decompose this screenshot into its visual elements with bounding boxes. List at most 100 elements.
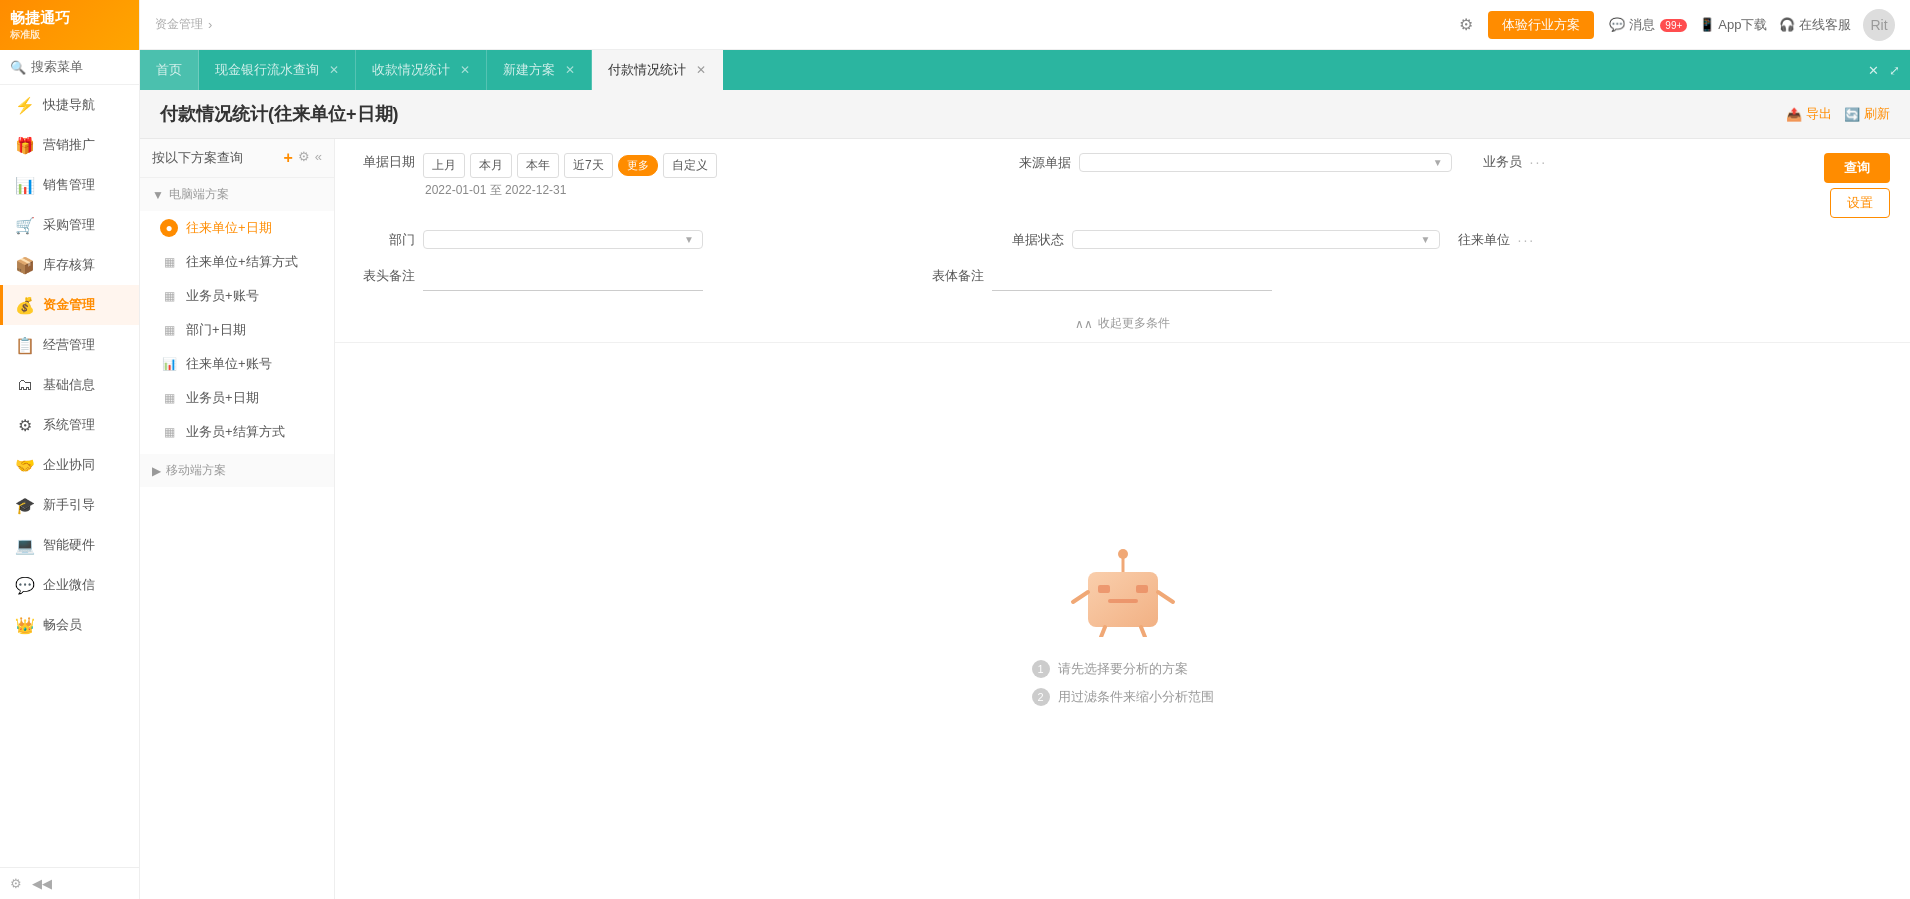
date-btn-7days[interactable]: 近7天 <box>564 153 613 178</box>
tab-new-scheme-close[interactable]: ✕ <box>565 63 575 77</box>
scheme-item-s7[interactable]: ▦ 业务员+结算方式 <box>140 415 334 449</box>
sidebar-item-operation[interactable]: 📋 经营管理 <box>0 325 139 365</box>
source-filter-group: 来源单据 ▼ <box>1011 153 1452 172</box>
sidebar-item-finance[interactable]: 💰 资金管理 <box>0 285 139 325</box>
sidebar-item-label: 基础信息 <box>43 376 95 394</box>
date-btn-more[interactable]: 更多 <box>618 155 658 176</box>
trial-btn[interactable]: 体验行业方案 <box>1488 11 1594 39</box>
sidebar-item-label: 采购管理 <box>43 216 95 234</box>
salesman-dots-btn[interactable]: ··· <box>1530 154 1548 170</box>
tab-payment-stats-label: 付款情况统计 <box>608 61 686 79</box>
scheme-collapse-icon[interactable]: « <box>315 149 322 167</box>
scheme-item-s1[interactable]: ● 往来单位+日期 <box>140 211 334 245</box>
setting-btn[interactable]: 设置 <box>1830 188 1890 218</box>
hint-num-1: 1 <box>1032 660 1050 678</box>
sidebar-item-enterprise[interactable]: 🤝 企业协同 <box>0 445 139 485</box>
sidebar-item-wechat[interactable]: 💬 企业微信 <box>0 565 139 605</box>
date-controls: 上月 本月 本年 近7天 更多 自定义 2022-01-01 至 2022-12… <box>423 153 717 199</box>
sidebar-item-guide[interactable]: 🎓 新手引导 <box>0 485 139 525</box>
collapse-more-btn[interactable]: ∧∧ 收起更多条件 <box>335 305 1910 343</box>
scheme-item-s3[interactable]: ▦ 业务员+账号 <box>140 279 334 313</box>
sidebar-item-sales[interactable]: 📊 销售管理 <box>0 165 139 205</box>
breadcrumb-arrow: › <box>208 17 212 32</box>
scheme-item-icon-s5: 📊 <box>160 355 178 373</box>
tab-home[interactable]: 首页 <box>140 50 199 90</box>
filter-row-1: 单据日期 上月 本月 本年 近7天 更多 自定义 2022-01-01 至 20… <box>355 153 1890 218</box>
tab-expand[interactable]: ⤢ <box>1889 63 1900 78</box>
scheme-panel: 按以下方案查询 + ⚙ « ▼ 电脑端方案 ● 往来单位+日期 ▦ 往来单位+结… <box>140 139 335 899</box>
scheme-item-s4[interactable]: ▦ 部门+日期 <box>140 313 334 347</box>
sidebar-item-purchase[interactable]: 🛒 采购管理 <box>0 205 139 245</box>
sidebar-item-label: 库存核算 <box>43 256 95 274</box>
content-area: 按以下方案查询 + ⚙ « ▼ 电脑端方案 ● 往来单位+日期 ▦ 往来单位+结… <box>140 139 1910 899</box>
body-note-input[interactable] <box>992 261 1272 291</box>
scheme-item-s6[interactable]: ▦ 业务员+日期 <box>140 381 334 415</box>
counterpart-dots-btn[interactable]: ··· <box>1518 232 1536 248</box>
scheme-item-label-s4: 部门+日期 <box>186 321 246 339</box>
svg-line-8 <box>1101 627 1105 637</box>
tab-bank-flow-close[interactable]: ✕ <box>329 63 339 77</box>
sidebar-item-marketing[interactable]: 🎁 营销推广 <box>0 125 139 165</box>
sidebar-item-inventory[interactable]: 📦 库存核算 <box>0 245 139 285</box>
scheme-settings-icon[interactable]: ⚙ <box>298 149 310 167</box>
source-select[interactable]: ▼ <box>1079 153 1452 172</box>
user-avatar[interactable]: Rit <box>1863 9 1895 41</box>
body-note-group: 表体备注 <box>924 261 1483 291</box>
search-menu[interactable]: 🔍 搜索菜单 <box>0 50 139 85</box>
tab-payment-stats-close[interactable]: ✕ <box>696 63 706 77</box>
logo-subtext: 标准版 <box>10 28 70 42</box>
tab-receipt-stats-close[interactable]: ✕ <box>460 63 470 77</box>
scheme-desktop-label: 电脑端方案 <box>169 186 229 203</box>
export-btn[interactable]: 📤 导出 <box>1786 105 1832 123</box>
svg-rect-1 <box>1098 585 1110 593</box>
sidebar-item-label: 资金管理 <box>43 296 95 314</box>
app-download[interactable]: 📱 App下载 <box>1699 16 1767 34</box>
date-btn-this-month[interactable]: 本月 <box>470 153 512 178</box>
sidebar-item-basic[interactable]: 🗂 基础信息 <box>0 365 139 405</box>
header-note-input[interactable] <box>423 261 703 291</box>
online-service[interactable]: 🎧 在线客服 <box>1779 16 1851 34</box>
date-btn-custom[interactable]: 自定义 <box>663 153 717 178</box>
salesman-label: 业务员 <box>1462 153 1522 171</box>
doc-status-select[interactable]: ▼ <box>1072 230 1440 249</box>
sidebar-item-hardware[interactable]: 💻 智能硬件 <box>0 525 139 565</box>
sidebar-item-member[interactable]: 👑 畅会员 <box>0 605 139 645</box>
marketing-icon: 🎁 <box>15 135 35 155</box>
date-btn-this-year[interactable]: 本年 <box>517 153 559 178</box>
svg-line-7 <box>1158 592 1173 602</box>
refresh-btn[interactable]: 🔄 刷新 <box>1844 105 1890 123</box>
tab-bank-flow[interactable]: 现金银行流水查询 ✕ <box>199 50 356 90</box>
topbar: 资金管理 › ⚙ 体验行业方案 💬 消息 99+ 📱 App下载 🎧 在线客服 <box>140 0 1910 50</box>
settings-bottom-icon[interactable]: ⚙ <box>10 876 22 891</box>
doc-status-label: 单据状态 <box>1004 231 1064 249</box>
topbar-actions: ⚙ 体验行业方案 💬 消息 99+ 📱 App下载 🎧 在线客服 Rit <box>1459 9 1895 41</box>
sidebar-item-quick-nav[interactable]: ⚡ 快捷导航 <box>0 85 139 125</box>
query-btn[interactable]: 查询 <box>1824 153 1890 183</box>
collapse-sidebar-icon[interactable]: ◀◀ <box>32 876 52 891</box>
member-icon: 👑 <box>15 615 35 635</box>
tab-close-all[interactable]: ✕ <box>1868 63 1879 78</box>
counterpart-filter-group: 往来单位 ··· <box>1450 231 1798 249</box>
empty-hint-1: 1 请先选择要分析的方案 <box>1032 660 1214 678</box>
dept-select[interactable]: ▼ <box>423 230 703 249</box>
scheme-panel-title-text: 按以下方案查询 <box>152 149 243 167</box>
scheme-item-s5[interactable]: 📊 往来单位+账号 <box>140 347 334 381</box>
scheme-item-icon-s6: ▦ <box>160 389 178 407</box>
message-area[interactable]: 💬 消息 99+ <box>1609 16 1687 34</box>
message-icon: 💬 <box>1609 17 1625 32</box>
tab-payment-stats[interactable]: 付款情况统计 ✕ <box>592 50 723 90</box>
tab-receipt-stats[interactable]: 收款情况统计 ✕ <box>356 50 487 90</box>
sidebar-item-system[interactable]: ⚙ 系统管理 <box>0 405 139 445</box>
date-btn-last-month[interactable]: 上月 <box>423 153 465 178</box>
svg-line-9 <box>1141 627 1145 637</box>
tab-new-scheme[interactable]: 新建方案 ✕ <box>487 50 592 90</box>
salesman-filter-group: 业务员 ··· <box>1462 153 1814 171</box>
scheme-item-s2[interactable]: ▦ 往来单位+结算方式 <box>140 245 334 279</box>
scheme-desktop-group[interactable]: ▼ 电脑端方案 <box>140 178 334 211</box>
settings-icon[interactable]: ⚙ <box>1459 15 1473 34</box>
add-scheme-icon[interactable]: + <box>283 149 292 167</box>
hint-text-2: 用过滤条件来缩小分析范围 <box>1058 688 1214 706</box>
source-label: 来源单据 <box>1011 154 1071 172</box>
tab-receipt-stats-label: 收款情况统计 <box>372 61 450 79</box>
scheme-mobile-group[interactable]: ▶ 移动端方案 <box>140 454 334 487</box>
